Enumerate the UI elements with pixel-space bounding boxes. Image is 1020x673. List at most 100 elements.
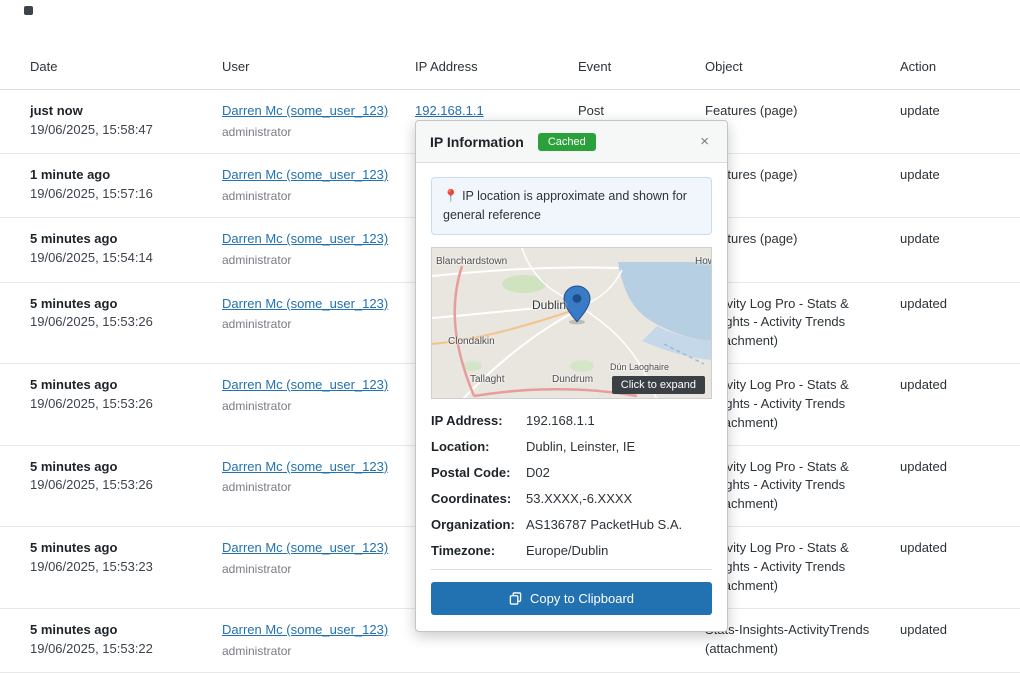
date-cell: 1 minute ago 19/06/2025, 15:57:16 (30, 154, 222, 217)
copy-to-clipboard-button[interactable]: Copy to Clipboard (431, 582, 712, 615)
user-link[interactable]: Darren Mc (some_user_123) (222, 296, 388, 311)
ip-details: IP Address: 192.168.1.1 Location: Dublin… (431, 413, 712, 558)
map-label-dublin: Dublin (532, 298, 566, 312)
map-expand-tooltip[interactable]: Click to expand (612, 376, 705, 394)
button-container: Copy to Clipboard (431, 569, 712, 615)
field-value: Europe/Dublin (526, 543, 608, 558)
date-absolute: 19/06/2025, 15:58:47 (30, 121, 208, 140)
action-cell: updated (900, 527, 1020, 608)
object-cell: Activity Log Pro - Stats & Insights - Ac… (705, 364, 900, 445)
date-relative: 5 minutes ago (30, 621, 208, 640)
user-role: administrator (222, 316, 401, 333)
copy-icon (509, 592, 522, 605)
date-absolute: 19/06/2025, 15:53:22 (30, 640, 208, 659)
column-header-ip[interactable]: IP Address (415, 50, 578, 89)
date-absolute: 19/06/2025, 15:54:14 (30, 249, 208, 268)
ip-link[interactable]: 192.168.1.1 (415, 103, 484, 118)
date-relative: 5 minutes ago (30, 539, 208, 558)
field-location: Location: Dublin, Leinster, IE (431, 439, 712, 454)
action-cell: update (900, 218, 1020, 281)
pin-icon: 📍 (443, 189, 459, 203)
user-cell: Darren Mc (some_user_123) administrator (222, 283, 415, 364)
field-label: Timezone: (431, 543, 526, 558)
field-value: AS136787 PacketHub S.A. (526, 517, 682, 532)
popup-header: IP Information Cached × (416, 121, 727, 163)
cached-badge: Cached (538, 133, 596, 151)
user-role: administrator (222, 561, 401, 578)
date-cell: just now 19/06/2025, 15:58:47 (30, 90, 222, 153)
field-coordinates: Coordinates: 53.XXXX,-6.XXXX (431, 491, 712, 506)
date-absolute: 19/06/2025, 15:53:26 (30, 395, 208, 414)
date-absolute: 19/06/2025, 15:53:23 (30, 558, 208, 577)
field-organization: Organization: AS136787 PacketHub S.A. (431, 517, 712, 532)
copy-button-label: Copy to Clipboard (530, 591, 634, 606)
date-relative: 1 minute ago (30, 166, 208, 185)
date-absolute: 19/06/2025, 15:53:26 (30, 313, 208, 332)
user-role: administrator (222, 188, 401, 205)
ip-information-popup: IP Information Cached × 📍 IP location is… (415, 120, 728, 632)
user-link[interactable]: Darren Mc (some_user_123) (222, 622, 388, 637)
action-cell: updated (900, 283, 1020, 364)
user-role: administrator (222, 124, 401, 141)
date-relative: 5 minutes ago (30, 295, 208, 314)
user-role: administrator (222, 398, 401, 415)
action-cell: updated (900, 364, 1020, 445)
date-cell: 5 minutes ago 19/06/2025, 15:53:23 (30, 527, 222, 608)
user-link[interactable]: Darren Mc (some_user_123) (222, 231, 388, 246)
date-cell: 5 minutes ago 19/06/2025, 15:53:26 (30, 283, 222, 364)
object-cell: Activity Log Pro - Stats & Insights - Ac… (705, 283, 900, 364)
column-header-event[interactable]: Event (578, 50, 705, 89)
field-label: Organization: (431, 517, 526, 532)
date-cell: 5 minutes ago 19/06/2025, 15:53:26 (30, 446, 222, 527)
action-cell: updated (900, 446, 1020, 527)
column-header-user[interactable]: User (222, 50, 415, 89)
user-link[interactable]: Darren Mc (some_user_123) (222, 103, 388, 118)
user-cell: Darren Mc (some_user_123) administrator (222, 446, 415, 527)
location-note: 📍 IP location is approximate and shown f… (431, 177, 712, 235)
user-link[interactable]: Darren Mc (some_user_123) (222, 167, 388, 182)
object-cell: Activity Log Pro - Stats & Insights - Ac… (705, 446, 900, 527)
field-label: Location: (431, 439, 526, 454)
user-cell: Darren Mc (some_user_123) administrator (222, 218, 415, 281)
user-link[interactable]: Darren Mc (some_user_123) (222, 459, 388, 474)
ip-location-map[interactable]: Blanchardstown Howth Dublin Clondalkin T… (431, 247, 712, 399)
field-value: Dublin, Leinster, IE (526, 439, 635, 454)
map-label-clondalkin: Clondalkin (448, 336, 495, 347)
popup-title: IP Information (430, 134, 524, 150)
field-value: D02 (526, 465, 550, 480)
map-label-dundrum: Dundrum (552, 374, 593, 385)
action-cell: updated (900, 609, 1020, 672)
column-header-object[interactable]: Object (705, 50, 900, 89)
date-relative: just now (30, 102, 208, 121)
field-value: 53.XXXX,-6.XXXX (526, 491, 632, 506)
user-link[interactable]: Darren Mc (some_user_123) (222, 540, 388, 555)
date-relative: 5 minutes ago (30, 458, 208, 477)
note-text: IP location is approximate and shown for… (443, 189, 687, 222)
object-cell: Features (page) (705, 154, 900, 217)
column-header-date[interactable]: Date (30, 50, 222, 89)
action-cell: update (900, 154, 1020, 217)
date-cell: 5 minutes ago 19/06/2025, 15:53:26 (30, 364, 222, 445)
date-absolute: 19/06/2025, 15:57:16 (30, 185, 208, 204)
map-label-tallaght: Tallaght (470, 374, 504, 385)
date-cell: 5 minutes ago 19/06/2025, 15:54:14 (30, 218, 222, 281)
popup-body: 📍 IP location is approximate and shown f… (416, 163, 727, 631)
user-cell: Darren Mc (some_user_123) administrator (222, 90, 415, 153)
user-cell: Darren Mc (some_user_123) administrator (222, 527, 415, 608)
object-cell: Stats-Insights-ActivityTrends (attachmen… (705, 609, 900, 672)
map-label-blanchardstown: Blanchardstown (436, 256, 507, 267)
map-label-dun-laoghaire: Dún Laoghaire (610, 362, 669, 372)
date-absolute: 19/06/2025, 15:53:26 (30, 476, 208, 495)
field-postal-code: Postal Code: D02 (431, 465, 712, 480)
column-header-action[interactable]: Action (900, 50, 1020, 89)
user-role: administrator (222, 643, 401, 660)
field-timezone: Timezone: Europe/Dublin (431, 543, 712, 558)
date-relative: 5 minutes ago (30, 376, 208, 395)
map-label-howth: Howth (695, 256, 712, 267)
user-cell: Darren Mc (some_user_123) administrator (222, 364, 415, 445)
close-icon[interactable]: × (696, 132, 713, 151)
user-link[interactable]: Darren Mc (some_user_123) (222, 377, 388, 392)
user-cell: Darren Mc (some_user_123) administrator (222, 154, 415, 217)
table-header-row: Date User IP Address Event Object Action (0, 50, 1020, 90)
user-cell: Darren Mc (some_user_123) administrator (222, 609, 415, 672)
